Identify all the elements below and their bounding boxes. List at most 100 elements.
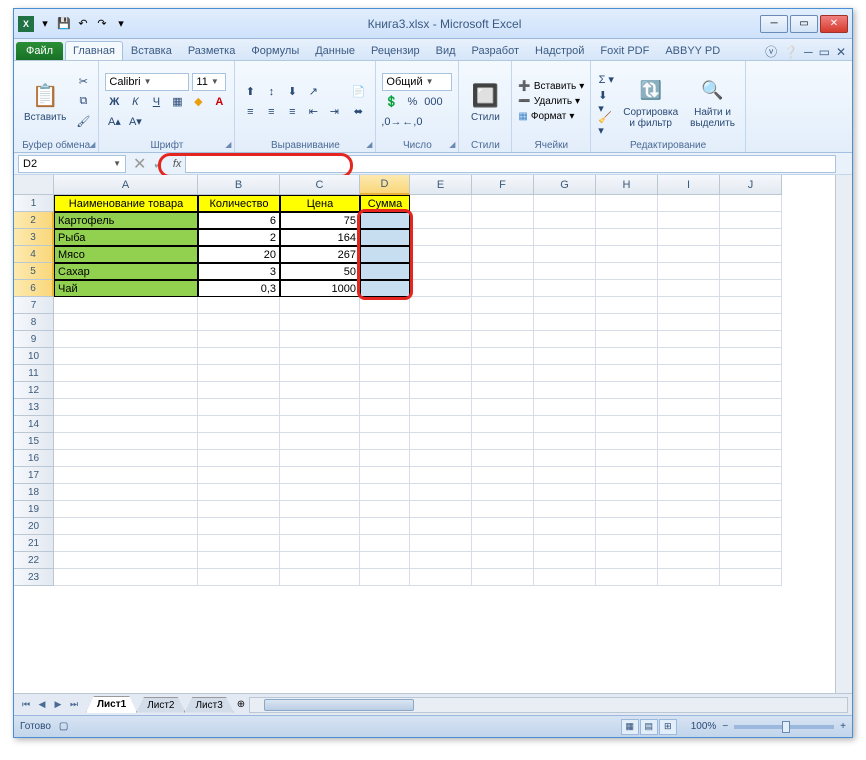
cell-C12[interactable] [280, 382, 360, 399]
row-header-8[interactable]: 8 [14, 314, 54, 331]
cell-F23[interactable] [472, 569, 534, 586]
col-header-H[interactable]: H [596, 175, 658, 195]
cell-G10[interactable] [534, 348, 596, 365]
row-header-18[interactable]: 18 [14, 484, 54, 501]
cell-C4[interactable]: 267 [280, 246, 360, 263]
cell-E17[interactable] [410, 467, 472, 484]
cells-area[interactable]: Наименование товараКоличествоЦенаСуммаКа… [54, 195, 852, 693]
qat-dd[interactable]: ▾ [37, 16, 53, 32]
cell-H19[interactable] [596, 501, 658, 518]
zoom-in-icon[interactable]: + [840, 721, 846, 732]
cell-C1[interactable]: Цена [280, 195, 360, 212]
cell-D8[interactable] [360, 314, 410, 331]
sheet-nav-prev-icon[interactable]: ◀ [34, 697, 50, 713]
cell-C14[interactable] [280, 416, 360, 433]
cell-I18[interactable] [658, 484, 720, 501]
cell-A5[interactable]: Сахар [54, 263, 198, 280]
cell-H10[interactable] [596, 348, 658, 365]
cell-E6[interactable] [410, 280, 472, 297]
cell-I9[interactable] [658, 331, 720, 348]
cell-I5[interactable] [658, 263, 720, 280]
cell-I13[interactable] [658, 399, 720, 416]
cell-B16[interactable] [198, 450, 280, 467]
fx-icon[interactable]: fx [173, 158, 182, 170]
cell-J2[interactable] [720, 212, 782, 229]
cell-G12[interactable] [534, 382, 596, 399]
view-normal-icon[interactable]: ▦ [621, 719, 639, 735]
col-header-J[interactable]: J [720, 175, 782, 195]
cell-J13[interactable] [720, 399, 782, 416]
tab-view[interactable]: Вид [428, 41, 464, 60]
cell-F22[interactable] [472, 552, 534, 569]
ribbon-minimize-icon[interactable]: ⓥ [765, 43, 777, 60]
cell-B6[interactable]: 0,3 [198, 280, 280, 297]
cell-H16[interactable] [596, 450, 658, 467]
cell-J6[interactable] [720, 280, 782, 297]
cell-F10[interactable] [472, 348, 534, 365]
cell-F6[interactable] [472, 280, 534, 297]
cell-A10[interactable] [54, 348, 198, 365]
cell-H9[interactable] [596, 331, 658, 348]
help-icon[interactable]: ❔ [783, 45, 798, 59]
cell-H1[interactable] [596, 195, 658, 212]
view-pagebreak-icon[interactable]: ⊞ [659, 719, 677, 735]
tab-home[interactable]: Главная [65, 41, 123, 60]
tab-layout[interactable]: Разметка [180, 41, 244, 60]
cell-A13[interactable] [54, 399, 198, 416]
cell-D19[interactable] [360, 501, 410, 518]
cell-C3[interactable]: 164 [280, 229, 360, 246]
cell-I8[interactable] [658, 314, 720, 331]
col-header-C[interactable]: C [280, 175, 360, 195]
cell-E15[interactable] [410, 433, 472, 450]
cell-A23[interactable] [54, 569, 198, 586]
cell-J14[interactable] [720, 416, 782, 433]
cell-D21[interactable] [360, 535, 410, 552]
align-right-icon[interactable]: ≡ [283, 103, 301, 121]
sheet-nav-next-icon[interactable]: ▶ [50, 697, 66, 713]
cell-I10[interactable] [658, 348, 720, 365]
cell-J10[interactable] [720, 348, 782, 365]
cell-G18[interactable] [534, 484, 596, 501]
cell-J23[interactable] [720, 569, 782, 586]
dialog-launcher-icon[interactable]: ◢ [449, 140, 455, 149]
col-header-G[interactable]: G [534, 175, 596, 195]
cell-J3[interactable] [720, 229, 782, 246]
cell-B5[interactable]: 3 [198, 263, 280, 280]
cell-F9[interactable] [472, 331, 534, 348]
cell-C21[interactable] [280, 535, 360, 552]
cell-A2[interactable]: Картофель [54, 212, 198, 229]
cell-E2[interactable] [410, 212, 472, 229]
row-header-7[interactable]: 7 [14, 297, 54, 314]
cell-H8[interactable] [596, 314, 658, 331]
select-all-corner[interactable] [14, 175, 54, 195]
qat-more[interactable]: ▾ [113, 16, 129, 32]
cell-A14[interactable] [54, 416, 198, 433]
doc-close-icon[interactable]: ✕ [836, 45, 846, 59]
cell-G16[interactable] [534, 450, 596, 467]
row-header-19[interactable]: 19 [14, 501, 54, 518]
sheet-tab-1[interactable]: Лист1 [86, 696, 137, 713]
cell-G1[interactable] [534, 195, 596, 212]
col-header-D[interactable]: D [360, 175, 410, 195]
cell-H3[interactable] [596, 229, 658, 246]
cell-J21[interactable] [720, 535, 782, 552]
maximize-button[interactable]: ▭ [790, 15, 818, 33]
cut-icon[interactable]: ✂ [74, 73, 92, 91]
cell-J9[interactable] [720, 331, 782, 348]
cell-C5[interactable]: 50 [280, 263, 360, 280]
clear-icon[interactable]: 🧹▾ [597, 115, 615, 133]
cell-D6[interactable] [360, 280, 410, 297]
cell-E3[interactable] [410, 229, 472, 246]
minimize-button[interactable]: ─ [760, 15, 788, 33]
cell-C22[interactable] [280, 552, 360, 569]
cell-G13[interactable] [534, 399, 596, 416]
cell-I2[interactable] [658, 212, 720, 229]
tab-addins[interactable]: Надстрой [527, 41, 592, 60]
new-sheet-icon[interactable]: ⊕ [237, 699, 245, 710]
cell-J17[interactable] [720, 467, 782, 484]
cell-F14[interactable] [472, 416, 534, 433]
cell-G2[interactable] [534, 212, 596, 229]
cell-G9[interactable] [534, 331, 596, 348]
cell-A15[interactable] [54, 433, 198, 450]
cell-A9[interactable] [54, 331, 198, 348]
